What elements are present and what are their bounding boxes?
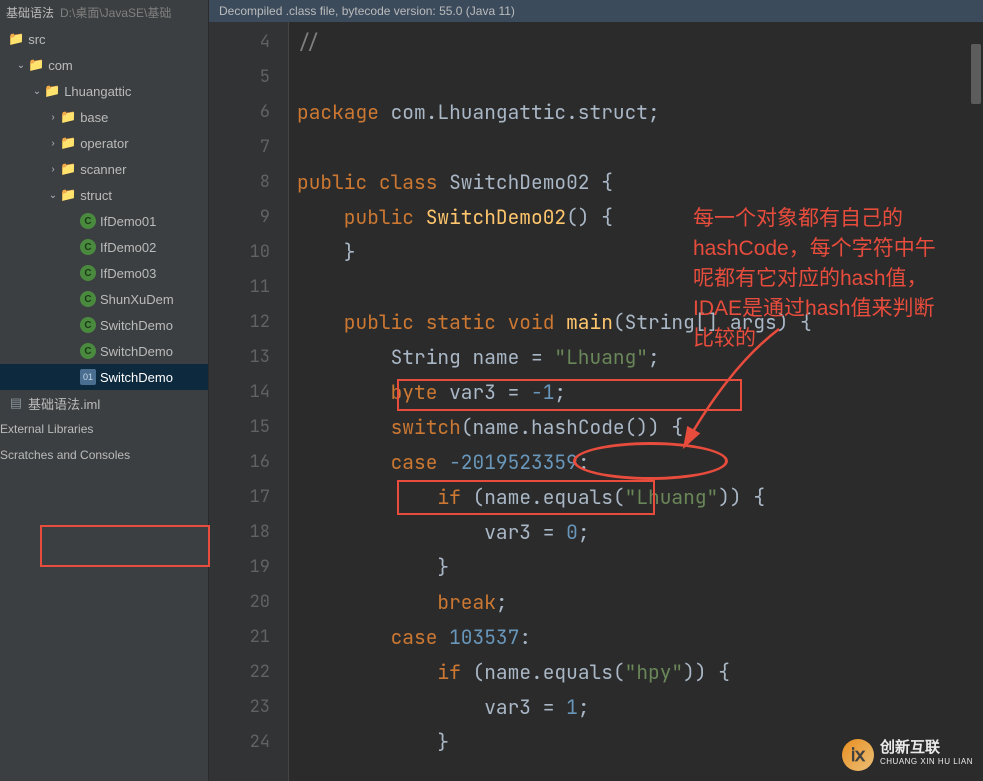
chevron-down-icon: ⌄: [48, 190, 58, 200]
code-editor[interactable]: 4 5 6 7 8 9 10 11 12 13 14 15 16 17 18 1…: [209, 22, 983, 781]
tree-class-shunxu[interactable]: CShunXuDem: [0, 286, 208, 312]
folder-icon: 📁: [60, 109, 76, 125]
tree-folder-src[interactable]: 📁src: [0, 26, 208, 52]
tree-class-ifdemo02[interactable]: CIfDemo02: [0, 234, 208, 260]
tree-class-switch1[interactable]: CSwitchDemo: [0, 312, 208, 338]
iml-icon: ▤: [8, 395, 24, 411]
project-tree[interactable]: 📁src ⌄📁com ⌄📁Lhuangattic ›📁base ›📁operat…: [0, 24, 208, 781]
tree-class-switch3-selected[interactable]: 01SwitchDemo: [0, 364, 208, 390]
class-icon: C: [80, 213, 96, 229]
code-content[interactable]: // package com.Lhuangattic.struct; publi…: [289, 22, 983, 781]
class-icon: C: [80, 317, 96, 333]
tree-external-libraries[interactable]: External Libraries: [0, 416, 208, 442]
tree-iml-file[interactable]: ▤基础语法.iml: [0, 390, 208, 416]
tree-class-ifdemo01[interactable]: CIfDemo01: [0, 208, 208, 234]
tree-folder-struct[interactable]: ⌄📁struct: [0, 182, 208, 208]
watermark-logo-icon: ⅸ: [842, 739, 874, 771]
scrollbar-thumb[interactable]: [971, 44, 981, 104]
decompile-status-bar: Decompiled .class file, bytecode version…: [209, 0, 983, 22]
tree-folder-com[interactable]: ⌄📁com: [0, 52, 208, 78]
chevron-right-icon: ›: [48, 112, 58, 122]
project-sidebar: 基础语法 D:\桌面\JavaSE\基础 📁src ⌄📁com ⌄📁Lhuang…: [0, 0, 209, 781]
breadcrumb: 基础语法 D:\桌面\JavaSE\基础: [0, 0, 208, 24]
tree-folder-scanner[interactable]: ›📁scanner: [0, 156, 208, 182]
chevron-right-icon: ›: [48, 164, 58, 174]
decompiled-icon: 01: [80, 369, 96, 385]
watermark: ⅸ 创新互联 CHUANG XIN HU LIAN: [842, 739, 973, 771]
chevron-down-icon: ⌄: [16, 60, 26, 70]
folder-icon: 📁: [28, 57, 44, 73]
folder-icon: 📁: [8, 31, 24, 47]
class-icon: C: [80, 291, 96, 307]
chevron-right-icon: ›: [48, 138, 58, 148]
project-name: 基础语法: [6, 4, 54, 21]
line-gutter: 4 5 6 7 8 9 10 11 12 13 14 15 16 17 18 1…: [209, 22, 289, 781]
tree-folder-base[interactable]: ›📁base: [0, 104, 208, 130]
editor-main: Decompiled .class file, bytecode version…: [209, 0, 983, 781]
tree-scratches[interactable]: Scratches and Consoles: [0, 442, 208, 468]
class-icon: C: [80, 343, 96, 359]
folder-icon: 📁: [60, 135, 76, 151]
tree-folder-lhuangattic[interactable]: ⌄📁Lhuangattic: [0, 78, 208, 104]
folder-icon: 📁: [60, 187, 76, 203]
tree-class-ifdemo03[interactable]: CIfDemo03: [0, 260, 208, 286]
folder-icon: 📁: [44, 83, 60, 99]
annotation-text: 每一个对象都有自己的 hashCode，每个字符中午 呢都有它对应的hash值，…: [693, 204, 973, 354]
class-icon: C: [80, 239, 96, 255]
project-path: D:\桌面\JavaSE\基础: [60, 4, 171, 21]
class-icon: C: [80, 265, 96, 281]
tree-class-switch2[interactable]: CSwitchDemo: [0, 338, 208, 364]
folder-icon: 📁: [60, 161, 76, 177]
tree-folder-operator[interactable]: ›📁operator: [0, 130, 208, 156]
chevron-down-icon: ⌄: [32, 86, 42, 96]
